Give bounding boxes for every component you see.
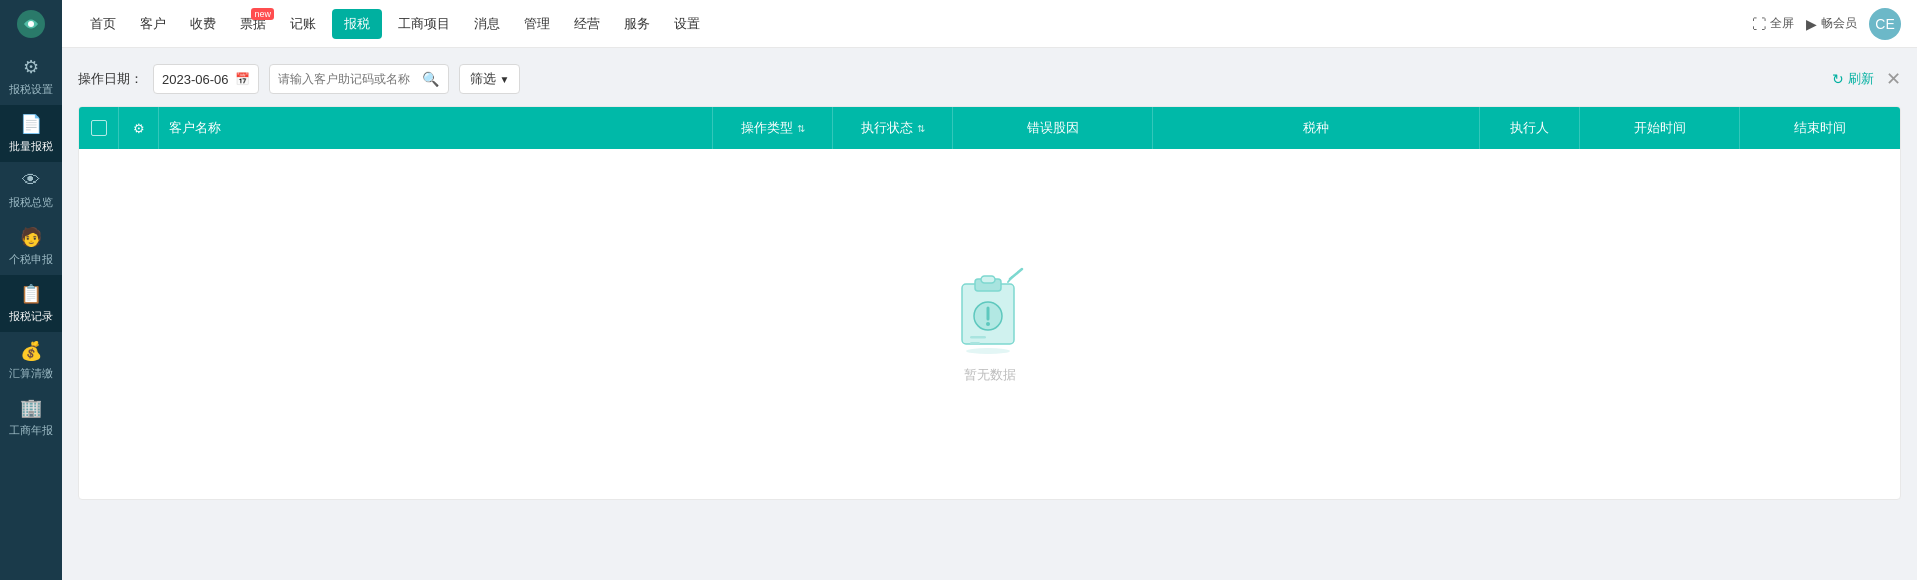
nav-jingying[interactable]: 经营 xyxy=(562,0,612,48)
sort-icon-optype: ⇅ xyxy=(797,123,805,134)
content: 操作日期： 2023-06-06 📅 🔍 筛选 ▼ ↻ 刷新 xyxy=(62,48,1917,580)
th-client: 客户名称 xyxy=(159,107,713,149)
settings-icon: ⚙ xyxy=(133,121,145,136)
svg-point-1 xyxy=(28,21,34,27)
svg-point-9 xyxy=(986,322,990,326)
th-gear[interactable]: ⚙ xyxy=(119,107,159,149)
search-input[interactable] xyxy=(278,72,418,86)
user-avatar[interactable]: CE xyxy=(1869,8,1901,40)
main-area: 首页 客户 收费 票据 new 记账 报税 工商项目 消息 管理 经营 xyxy=(62,0,1917,580)
nav-shezhi[interactable]: 设置 xyxy=(662,0,712,48)
search-input-wrap[interactable]: 🔍 xyxy=(269,64,449,94)
sidebar-item-baoshuishezhi[interactable]: ⚙ 报税设置 xyxy=(0,48,62,105)
sort-icon-status: ⇅ xyxy=(917,123,925,134)
svg-rect-6 xyxy=(981,276,995,283)
th-executor: 执行人 xyxy=(1480,107,1580,149)
th-optype[interactable]: 操作类型 ⇅ xyxy=(713,107,833,149)
geshuishenling-icon: 🧑 xyxy=(20,226,42,248)
svg-point-12 xyxy=(966,348,1010,354)
nav-xiaoxi[interactable]: 消息 xyxy=(462,0,512,48)
nav-piaoju[interactable]: 票据 new xyxy=(228,0,278,48)
th-endtime: 结束时间 xyxy=(1740,107,1900,149)
toolbar: 操作日期： 2023-06-06 📅 🔍 筛选 ▼ ↻ 刷新 xyxy=(78,64,1901,94)
close-icon: ✕ xyxy=(1886,69,1901,89)
sidebar-item-baoshuizonglan[interactable]: 👁 报税总览 xyxy=(0,162,62,218)
empty-state: 暂无数据 xyxy=(950,224,1030,424)
gongshangnianling-icon: 🏢 xyxy=(20,397,42,419)
sidebar-item-piliangbaoshui[interactable]: 📄 批量报税 xyxy=(0,105,62,162)
sidebar-item-huisuanjiaona[interactable]: 💰 汇算清缴 xyxy=(0,332,62,389)
sidebar-item-geshuishenling[interactable]: 🧑 个税申报 xyxy=(0,218,62,275)
sidebar-logo xyxy=(0,0,62,48)
topnav-right: ⛶ 全屏 ▶ 畅会员 CE xyxy=(1752,8,1901,40)
sidebar-item-gongshangnianling[interactable]: 🏢 工商年报 xyxy=(0,389,62,446)
member-button[interactable]: ▶ 畅会员 xyxy=(1806,15,1857,32)
th-status[interactable]: 执行状态 ⇅ xyxy=(833,107,953,149)
table-header: ⚙ 客户名称 操作类型 ⇅ 执行状态 ⇅ 错误股因 xyxy=(79,107,1900,149)
baoshuijilu-icon: 📋 xyxy=(20,283,42,305)
svg-rect-10 xyxy=(970,336,986,339)
chevron-down-icon: ▼ xyxy=(500,74,510,85)
nav-baoshui[interactable]: 报税 xyxy=(332,9,382,39)
nav-fuwu[interactable]: 服务 xyxy=(612,0,662,48)
toolbar-right: ↻ 刷新 ✕ xyxy=(1832,68,1901,90)
svg-rect-11 xyxy=(970,342,980,345)
baoshuizonglan-icon: 👁 xyxy=(22,170,40,191)
huisuanjiaona-icon: 💰 xyxy=(20,340,42,362)
nav-gongshangxiangmu[interactable]: 工商项目 xyxy=(386,0,462,48)
nav-shouye[interactable]: 首页 xyxy=(78,0,128,48)
nav-jizhang[interactable]: 记账 xyxy=(278,0,328,48)
th-starttime: 开始时间 xyxy=(1580,107,1740,149)
th-check[interactable] xyxy=(79,107,119,149)
baoshuishezhi-icon: ⚙ xyxy=(23,56,39,78)
fullscreen-button[interactable]: ⛶ 全屏 xyxy=(1752,15,1794,32)
empty-text: 暂无数据 xyxy=(964,366,1016,384)
close-button[interactable]: ✕ xyxy=(1886,68,1901,90)
data-table: ⚙ 客户名称 操作类型 ⇅ 执行状态 ⇅ 错误股因 xyxy=(78,106,1901,500)
piliangbaoshui-icon: 📄 xyxy=(20,113,42,135)
topnav: 首页 客户 收费 票据 new 记账 报税 工商项目 消息 管理 经营 xyxy=(62,0,1917,48)
calendar-icon: 📅 xyxy=(235,72,250,86)
nav-kehu[interactable]: 客户 xyxy=(128,0,178,48)
search-icon[interactable]: 🔍 xyxy=(422,71,439,87)
nav-guanli[interactable]: 管理 xyxy=(512,0,562,48)
nav-shoufei[interactable]: 收费 xyxy=(178,0,228,48)
page-content: 操作日期： 2023-06-06 📅 🔍 筛选 ▼ ↻ 刷新 xyxy=(62,48,1917,580)
select-all-checkbox[interactable] xyxy=(91,120,107,136)
new-badge: new xyxy=(251,8,274,21)
filter-button[interactable]: 筛选 ▼ xyxy=(459,64,521,94)
refresh-button[interactable]: ↻ 刷新 xyxy=(1832,70,1874,88)
date-picker[interactable]: 2023-06-06 📅 xyxy=(153,64,259,94)
sidebar-item-baoshuijilu[interactable]: 📋 报税记录 xyxy=(0,275,62,332)
th-tax: 税种 xyxy=(1153,107,1480,149)
video-icon: ▶ xyxy=(1806,16,1817,32)
sidebar: ⚙ 报税设置 📄 批量报税 👁 报税总览 🧑 个税申报 📋 报税记录 💰 汇算清… xyxy=(0,0,62,580)
date-label: 操作日期： xyxy=(78,70,143,88)
empty-illustration xyxy=(950,264,1030,354)
fullscreen-icon: ⛶ xyxy=(1752,16,1766,32)
refresh-icon: ↻ xyxy=(1832,71,1844,87)
table-body: 暂无数据 xyxy=(79,149,1900,499)
th-error: 错误股因 xyxy=(953,107,1153,149)
